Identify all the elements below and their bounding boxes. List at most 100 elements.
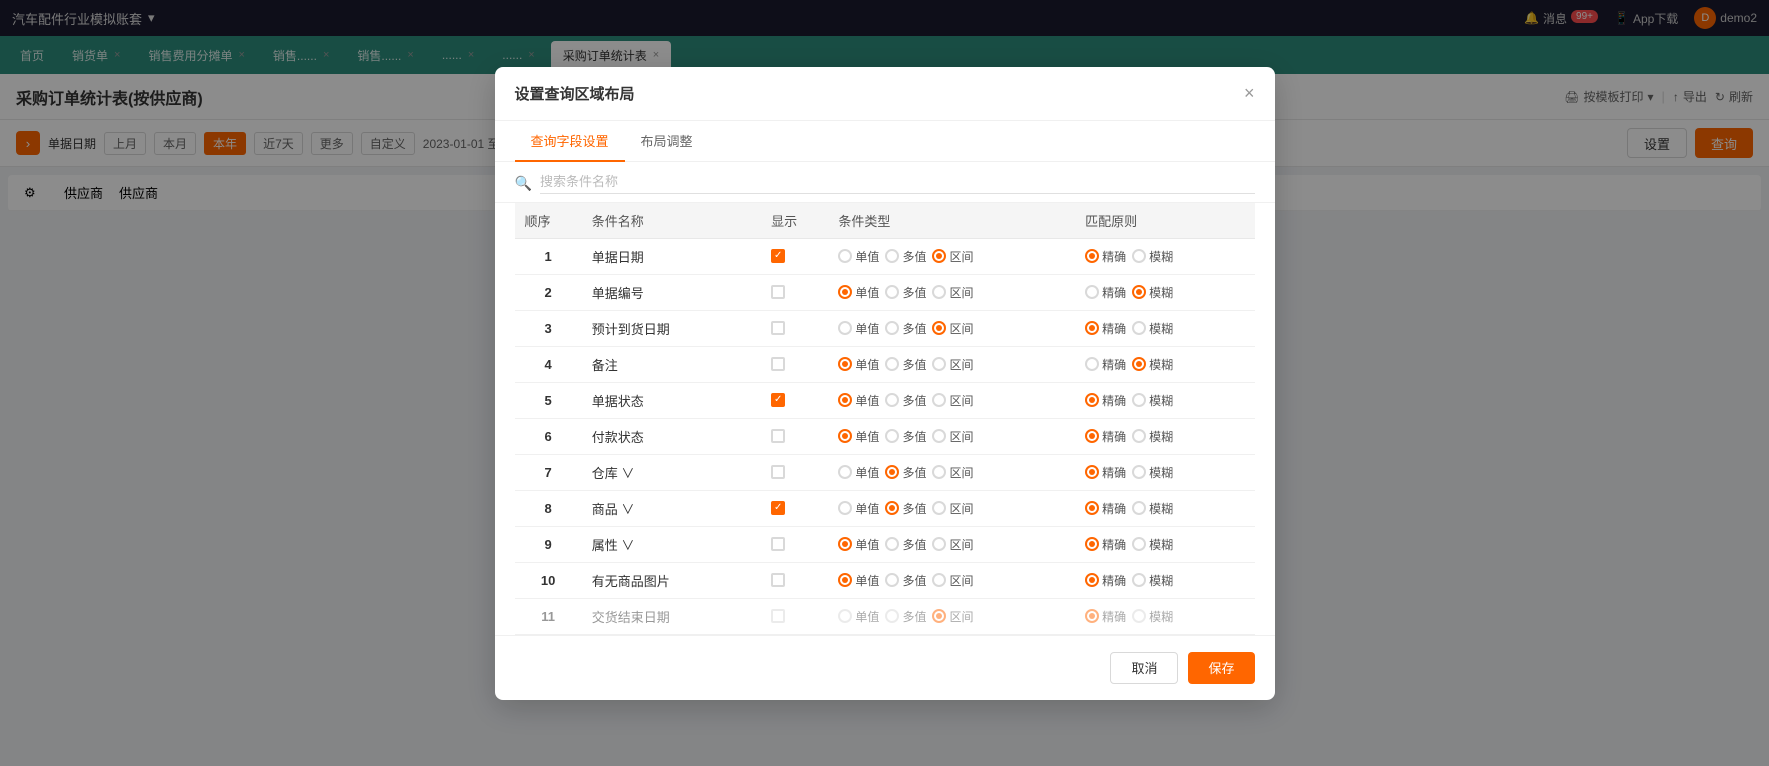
match-radio-match_exact[interactable]: 精确 [1085, 536, 1126, 553]
row-name: 商品 ∨ [582, 490, 761, 526]
match-radio-match_exact[interactable]: 精确 [1085, 356, 1126, 373]
row-type-cell: 单值多值 区间 [828, 310, 1075, 346]
type-radio-type_range[interactable]: 区间 [932, 392, 973, 409]
radio-label: 多值 [902, 536, 926, 553]
radio-label: 精确 [1102, 248, 1126, 265]
type-radio-type_single[interactable]: 单值 [838, 572, 879, 589]
radio-circle [932, 429, 946, 443]
match-radio-match_exact[interactable]: 精确 [1085, 500, 1126, 517]
type-radio-type_range[interactable]: 区间 [932, 536, 973, 553]
type-radio-type_range[interactable]: 区间 [932, 572, 973, 589]
type-radio-type_multi[interactable]: 多值 [885, 284, 926, 301]
radio-circle [838, 357, 852, 371]
display-checkbox[interactable] [771, 357, 785, 371]
radio-label: 区间 [949, 320, 973, 337]
display-checkbox[interactable] [771, 537, 785, 551]
type-radio-type_range[interactable]: 区间 [932, 608, 973, 625]
match-radio-match_fuzzy[interactable]: 模糊 [1132, 572, 1173, 589]
modal-close-button[interactable]: × [1244, 84, 1255, 102]
type-radio-type_range[interactable]: 区间 [932, 284, 973, 301]
display-checkbox[interactable] [771, 393, 785, 407]
radio-label: 区间 [949, 536, 973, 553]
display-checkbox[interactable] [771, 321, 785, 335]
radio-circle [838, 573, 852, 587]
display-checkbox[interactable] [771, 465, 785, 479]
type-radio-type_range[interactable]: 区间 [932, 356, 973, 373]
radio-circle [1085, 393, 1099, 407]
type-radio-type_multi[interactable]: 多值 [885, 572, 926, 589]
type-radio-type_range[interactable]: 区间 [932, 500, 973, 517]
match-radio-match_fuzzy[interactable]: 模糊 [1132, 428, 1173, 445]
type-radio-type_multi[interactable]: 多值 [885, 320, 926, 337]
display-checkbox[interactable] [771, 573, 785, 587]
match-radio-match_fuzzy[interactable]: 模糊 [1132, 356, 1173, 373]
type-radio-type_single[interactable]: 单值 [838, 248, 879, 265]
row-name: 备注 [582, 346, 761, 382]
row-name: 单据日期 [582, 238, 761, 274]
radio-circle [838, 501, 852, 515]
type-radio-type_single[interactable]: 单值 [838, 536, 879, 553]
type-radio-type_multi[interactable]: 多值 [885, 392, 926, 409]
type-radio-type_single[interactable]: 单值 [838, 464, 879, 481]
type-radio-type_range[interactable]: 区间 [932, 428, 973, 445]
type-radio-type_multi[interactable]: 多值 [885, 608, 926, 625]
match-radio-match_fuzzy[interactable]: 模糊 [1132, 608, 1173, 625]
table-row: 5单据状态单值多值区间精确模糊 [515, 382, 1255, 418]
row-name: 付款状态 [582, 418, 761, 454]
radio-circle [1132, 537, 1146, 551]
radio-circle [838, 537, 852, 551]
radio-label: 单值 [855, 464, 879, 481]
match-radio-match_fuzzy[interactable]: 模糊 [1132, 536, 1173, 553]
match-radio-match_fuzzy[interactable]: 模糊 [1132, 464, 1173, 481]
search-input[interactable] [540, 174, 1255, 194]
match-radio-match_fuzzy[interactable]: 模糊 [1132, 248, 1173, 265]
type-radio-type_range[interactable]: 区间 [932, 248, 973, 265]
match-radio-match_fuzzy[interactable]: 模糊 [1132, 392, 1173, 409]
type-radio-type_range[interactable]: 区间 [932, 320, 973, 337]
modal-overlay[interactable]: 设置查询区域布局 × 查询字段设置 布局调整 🔍 顺序 条件名称 [0, 0, 1769, 766]
radio-circle [838, 393, 852, 407]
type-radio-type_multi[interactable]: 多值 [885, 464, 926, 481]
type-radio-type_multi[interactable]: 多值 [885, 248, 926, 265]
type-radio-type_multi[interactable]: 多值 [885, 536, 926, 553]
save-button[interactable]: 保存 [1188, 652, 1254, 684]
radio-circle [885, 249, 899, 263]
display-checkbox[interactable] [771, 429, 785, 443]
match-radio-match_exact[interactable]: 精确 [1085, 248, 1126, 265]
type-radio-type_single[interactable]: 单值 [838, 500, 879, 517]
type-radio-type_single[interactable]: 单值 [838, 608, 879, 625]
match-radio-match_exact[interactable]: 精确 [1085, 464, 1126, 481]
match-radio-match_fuzzy[interactable]: 模糊 [1132, 320, 1173, 337]
type-radio-type_single[interactable]: 单值 [838, 284, 879, 301]
type-radio-type_single[interactable]: 单值 [838, 392, 879, 409]
match-radio-match_fuzzy[interactable]: 模糊 [1132, 500, 1173, 517]
type-radio-type_single[interactable]: 单值 [838, 356, 879, 373]
type-radio-type_multi[interactable]: 多值 [885, 356, 926, 373]
match-radio-match_fuzzy[interactable]: 模糊 [1132, 284, 1173, 301]
row-num: 6 [515, 418, 582, 454]
radio-circle [932, 249, 946, 263]
type-radio-type_single[interactable]: 单值 [838, 428, 879, 445]
match-radio-match_exact[interactable]: 精确 [1085, 428, 1126, 445]
match-radio-match_exact[interactable]: 精确 [1085, 392, 1126, 409]
radio-circle [885, 357, 899, 371]
match-radio-match_exact[interactable]: 精确 [1085, 608, 1126, 625]
match-radio-match_exact[interactable]: 精确 [1085, 284, 1126, 301]
match-radio-match_exact[interactable]: 精确 [1085, 320, 1126, 337]
cancel-button[interactable]: 取消 [1110, 652, 1178, 684]
modal-tab-layout[interactable]: 布局调整 [625, 121, 709, 162]
radio-label: 单值 [855, 356, 879, 373]
display-checkbox[interactable] [771, 285, 785, 299]
radio-circle [838, 321, 852, 335]
radio-label: 多值 [902, 428, 926, 445]
radio-label: 精确 [1102, 572, 1126, 589]
type-radio-type_single[interactable]: 单值 [838, 320, 879, 337]
type-radio-type_multi[interactable]: 多值 [885, 500, 926, 517]
type-radio-type_multi[interactable]: 多值 [885, 428, 926, 445]
type-radio-type_range[interactable]: 区间 [932, 464, 973, 481]
display-checkbox[interactable] [771, 501, 785, 515]
match-radio-match_exact[interactable]: 精确 [1085, 572, 1126, 589]
modal-tab-fields[interactable]: 查询字段设置 [515, 121, 625, 162]
display-checkbox[interactable] [771, 609, 785, 623]
display-checkbox[interactable] [771, 249, 785, 263]
